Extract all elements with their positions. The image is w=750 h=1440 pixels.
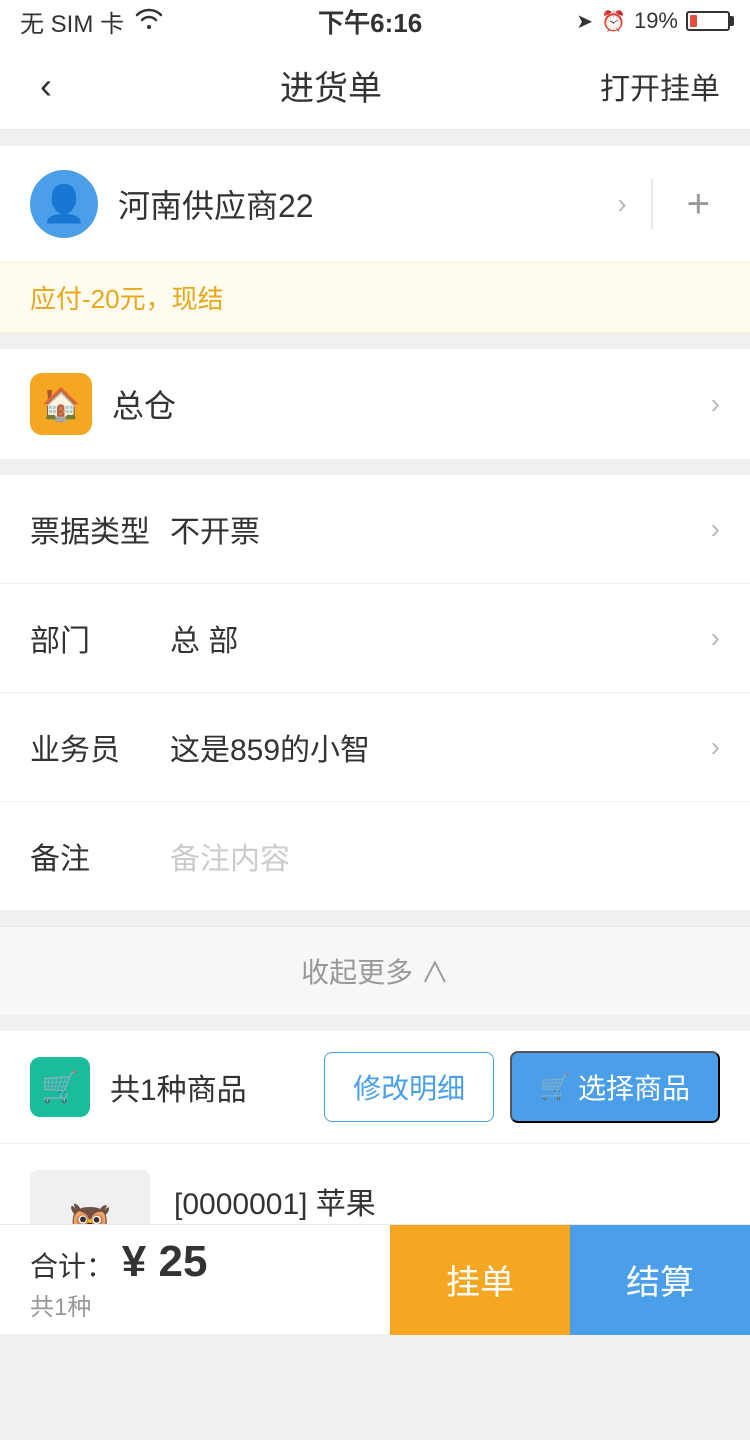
edit-detail-button[interactable]: 修改明细	[324, 1052, 494, 1122]
chevron-right-icon: ›	[617, 188, 626, 220]
person-icon: 👤	[42, 183, 87, 225]
battery-fill	[690, 15, 697, 27]
page-title: 进货单	[280, 61, 382, 110]
open-hold-button[interactable]: 打开挂单	[600, 64, 720, 108]
product-name: [0000001] 苹果	[174, 1179, 668, 1223]
collapse-bar[interactable]: 收起更多 ∧	[0, 926, 750, 1015]
invoice-label: 票据类型	[30, 507, 170, 551]
status-time: 下午6:16	[318, 3, 422, 40]
select-product-icon: 🛒	[540, 1073, 570, 1102]
total-label: 合计：	[30, 1251, 114, 1282]
select-product-button[interactable]: 🛒 选择商品	[510, 1051, 720, 1123]
status-right: ➤ ⏰ 19%	[576, 8, 730, 34]
total-amount: ¥ 25	[122, 1237, 208, 1286]
supplier-notice: 应付-20元，现结	[0, 262, 750, 333]
bottom-bar: 合计： ¥ 25 共1种 挂单 结算	[0, 1224, 750, 1334]
total-section: 合计： ¥ 25 共1种	[0, 1237, 390, 1322]
divider	[651, 179, 653, 229]
remark-label: 备注	[30, 834, 170, 878]
supplier-section: 👤 河南供应商22 › + 应付-20元，现结	[0, 146, 750, 333]
supplier-row[interactable]: 👤 河南供应商22 › +	[0, 146, 750, 262]
warehouse-chevron-icon: ›	[711, 388, 720, 420]
location-icon: ➤	[576, 9, 593, 34]
products-count: 共1种商品	[110, 1065, 324, 1109]
cart-icon: 🛒	[41, 1070, 78, 1105]
status-bar: 无 SIM 卡 下午6:16 ➤ ⏰ 19%	[0, 0, 750, 42]
supplier-name: 河南供应商22	[118, 181, 617, 227]
dept-chevron-icon: ›	[711, 622, 720, 654]
battery-icon	[686, 11, 730, 31]
dept-label: 部门	[30, 616, 170, 660]
dept-value: 总 部	[170, 616, 711, 660]
sales-row[interactable]: 业务员 这是859的小智 ›	[0, 692, 750, 801]
alarm-icon: ⏰	[601, 9, 626, 34]
total-row: 合计： ¥ 25	[30, 1237, 360, 1287]
products-header: 🛒 共1种商品 修改明细 🛒 选择商品	[0, 1031, 750, 1144]
sales-label: 业务员	[30, 725, 170, 769]
warehouse-section[interactable]: 🏠 总仓 ›	[0, 349, 750, 459]
add-supplier-button[interactable]: +	[677, 172, 720, 237]
warehouse-label: 总仓	[112, 381, 711, 427]
checkout-button[interactable]: 结算	[570, 1225, 750, 1335]
wifi-icon	[134, 7, 164, 36]
back-button[interactable]: ‹	[30, 55, 62, 117]
battery-percent: 19%	[634, 8, 678, 34]
supplier-avatar: 👤	[30, 170, 98, 238]
products-icon-wrap: 🛒	[30, 1057, 90, 1117]
invoice-chevron-icon: ›	[711, 513, 720, 545]
nav-bar: ‹ 进货单 打开挂单	[0, 42, 750, 130]
status-left: 无 SIM 卡	[20, 4, 164, 39]
select-product-label: 选择商品	[578, 1067, 690, 1107]
form-section: 票据类型 不开票 › 部门 总 部 › 业务员 这是859的小智 › 备注 备注…	[0, 475, 750, 910]
sales-value: 这是859的小智	[170, 725, 711, 769]
sales-chevron-icon: ›	[711, 731, 720, 763]
hold-button[interactable]: 挂单	[390, 1225, 570, 1335]
remark-row[interactable]: 备注 备注内容	[0, 801, 750, 910]
carrier-text: 无 SIM 卡	[20, 4, 124, 39]
invoice-row[interactable]: 票据类型 不开票 ›	[0, 475, 750, 583]
dept-row[interactable]: 部门 总 部 ›	[0, 583, 750, 692]
remark-value[interactable]: 备注内容	[170, 834, 720, 878]
total-count: 共1种	[30, 1287, 360, 1322]
warehouse-row[interactable]: 🏠 总仓 ›	[0, 349, 750, 459]
invoice-value: 不开票	[170, 507, 711, 551]
home-icon: 🏠	[41, 385, 81, 423]
warehouse-icon-wrap: 🏠	[30, 373, 92, 435]
